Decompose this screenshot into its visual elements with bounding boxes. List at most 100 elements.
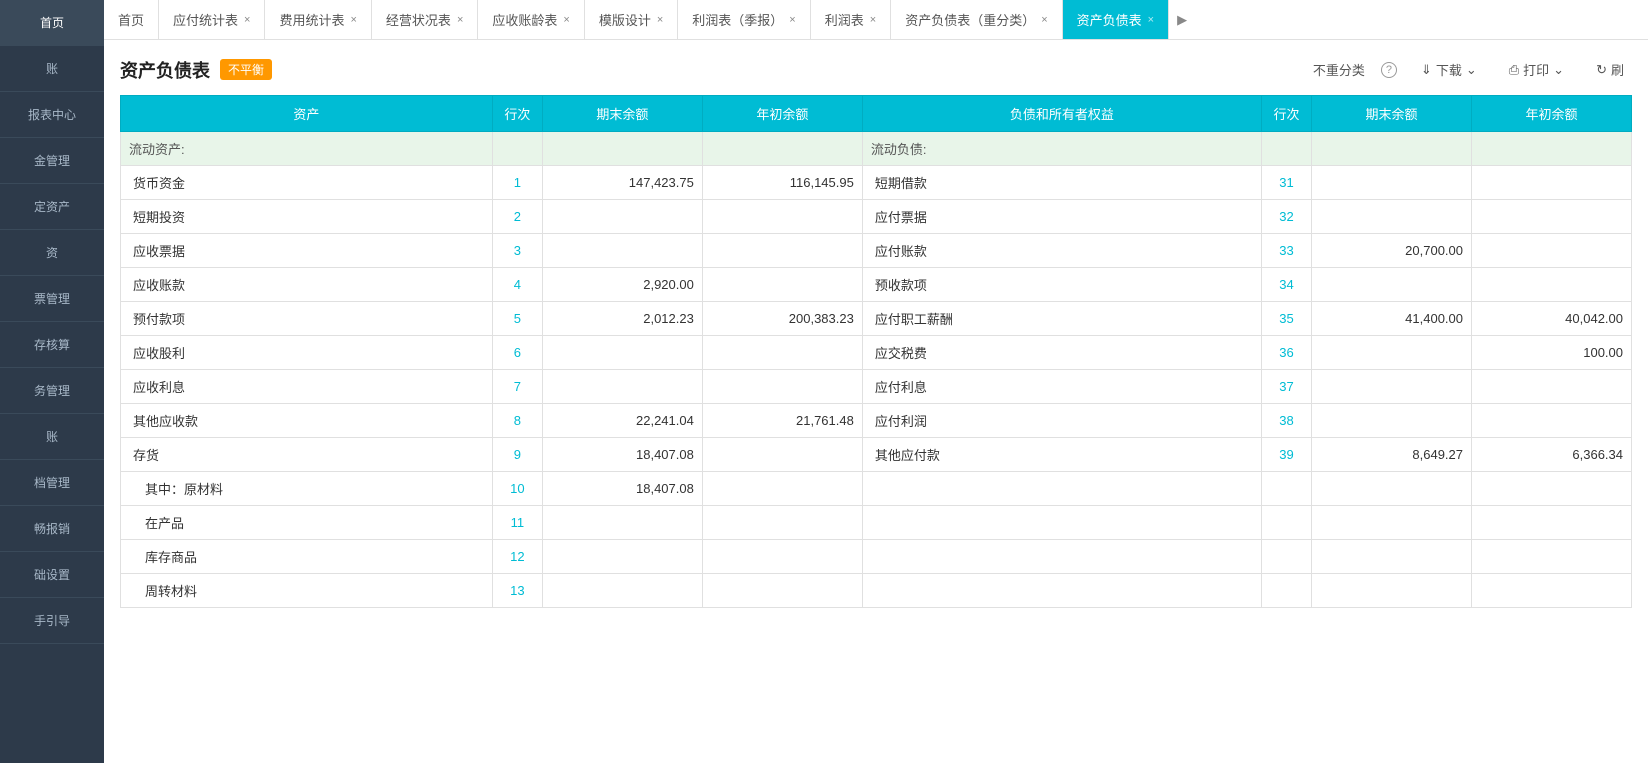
sidebar-item-archive[interactable]: 档管理	[0, 460, 104, 506]
left-begin-balance	[702, 370, 862, 404]
tab-close-expense-stats[interactable]: ×	[350, 14, 356, 26]
table-row[interactable]: 在产品 11	[121, 506, 1632, 540]
left-row-num: 2	[492, 200, 542, 234]
sidebar-item-expense[interactable]: 畅报销	[0, 506, 104, 552]
tab-close-profit-quarterly[interactable]: ×	[789, 14, 795, 26]
sidebar-item-ledger[interactable]: 账	[0, 414, 104, 460]
right-name: 应付利润	[862, 404, 1261, 438]
left-name: 周转材料	[121, 574, 493, 608]
tab-close-profit[interactable]: ×	[870, 14, 876, 26]
tab-receivable-aging[interactable]: 应收账龄表 ×	[478, 0, 584, 39]
left-row-num: 3	[492, 234, 542, 268]
page-header: 资产负债表 不平衡 不重分类 ? ⇓ 下载 ⌄ ⎙ 打印 ⌄ ↻ 刷	[120, 56, 1632, 83]
print-button[interactable]: ⎙ 打印 ⌄	[1501, 56, 1572, 83]
download-button[interactable]: ⇓ 下载 ⌄	[1413, 56, 1485, 83]
right-begin-balance	[1472, 268, 1632, 302]
left-end-balance	[542, 540, 702, 574]
tab-template-design[interactable]: 模版设计 ×	[585, 0, 678, 39]
tab-bar: 首页 应付统计表 × 费用统计表 × 经营状况表 × 应收账龄表 × 模版设计 …	[104, 0, 1648, 40]
right-row-num: 34	[1262, 268, 1312, 302]
table-row[interactable]: 应收利息 7 应付利息 37	[121, 370, 1632, 404]
table-row[interactable]: 短期投资 2 应付票据 32	[121, 200, 1632, 234]
table-row[interactable]: 其中：原材料 10 18,407.08	[121, 472, 1632, 506]
tab-balance[interactable]: 资产负债表 ×	[1063, 0, 1169, 39]
left-end-balance	[542, 370, 702, 404]
left-row-num: 12	[492, 540, 542, 574]
tab-expense-stats[interactable]: 费用统计表 ×	[265, 0, 371, 39]
tab-profit-quarterly[interactable]: 利润表（季报） ×	[678, 0, 810, 39]
right-end-balance	[1312, 336, 1472, 370]
right-end-balance	[1312, 404, 1472, 438]
table-row[interactable]: 库存商品 12	[121, 540, 1632, 574]
table-row[interactable]: 货币资金 1 147,423.75 116,145.95 短期借款 31	[121, 166, 1632, 200]
sidebar-item-settings[interactable]: 础设置	[0, 552, 104, 598]
tab-close-operations[interactable]: ×	[457, 14, 463, 26]
tab-home[interactable]: 首页	[104, 0, 159, 39]
table-row[interactable]: 周转材料 13	[121, 574, 1632, 608]
page-title: 资产负债表	[120, 57, 210, 83]
tab-operations[interactable]: 经营状况表 ×	[372, 0, 478, 39]
left-row-num: 6	[492, 336, 542, 370]
left-row-num: 8	[492, 404, 542, 438]
table-row[interactable]: 其他应收款 8 22,241.04 21,761.48 应付利润 38	[121, 404, 1632, 438]
table-row[interactable]: 应收股利 6 应交税费 36 100.00	[121, 336, 1632, 370]
content-area: 资产负债表 不平衡 不重分类 ? ⇓ 下载 ⌄ ⎙ 打印 ⌄ ↻ 刷	[104, 40, 1648, 763]
sidebar-item-ticket[interactable]: 票管理	[0, 276, 104, 322]
left-name: 应收利息	[121, 370, 493, 404]
right-begin-balance: 40,042.00	[1472, 302, 1632, 336]
right-name: 其他应付款	[862, 438, 1261, 472]
left-end-balance	[542, 574, 702, 608]
sidebar-item-account[interactable]: 账	[0, 46, 104, 92]
col-end-balance-left: 期末余额	[542, 96, 702, 132]
table-row[interactable]: 应收票据 3 应付账款 33 20,700.00	[121, 234, 1632, 268]
sidebar-item-home[interactable]: 首页	[0, 0, 104, 46]
table-row[interactable]: 应收账款 4 2,920.00 预收款项 34	[121, 268, 1632, 302]
right-end-balance	[1312, 200, 1472, 234]
left-name: 预付款项	[121, 302, 493, 336]
no-reclassify-label: 不重分类	[1313, 60, 1365, 79]
download-icon: ⇓	[1421, 62, 1432, 78]
sidebar-item-investment[interactable]: 资	[0, 230, 104, 276]
tab-profit[interactable]: 利润表 ×	[811, 0, 891, 39]
col-row-num-left: 行次	[492, 96, 542, 132]
tab-close-balance[interactable]: ×	[1148, 14, 1154, 26]
refresh-button[interactable]: ↻ 刷	[1588, 56, 1632, 83]
right-name	[862, 574, 1261, 608]
left-name: 应收账款	[121, 268, 493, 302]
sidebar-item-business[interactable]: 务管理	[0, 368, 104, 414]
table-row[interactable]: 预付款项 5 2,012.23 200,383.23 应付职工薪酬 35 41,…	[121, 302, 1632, 336]
tab-close-receivable-aging[interactable]: ×	[563, 14, 569, 26]
help-icon[interactable]: ?	[1381, 62, 1397, 78]
tab-close-payable-stats[interactable]: ×	[244, 14, 250, 26]
left-begin-balance	[702, 472, 862, 506]
tab-payable-stats[interactable]: 应付统计表 ×	[159, 0, 265, 39]
right-row-num: 35	[1262, 302, 1312, 336]
tab-close-balance-reclassify[interactable]: ×	[1041, 14, 1047, 26]
right-end-balance	[1312, 370, 1472, 404]
tab-scroll-right[interactable]: ▶	[1169, 0, 1195, 39]
right-row-num	[1262, 574, 1312, 608]
right-name: 应付职工薪酬	[862, 302, 1261, 336]
section-right-label: 流动负债:	[862, 132, 1261, 166]
right-name: 应付账款	[862, 234, 1261, 268]
left-begin-balance	[702, 574, 862, 608]
tab-balance-reclassify[interactable]: 资产负债表（重分类） ×	[891, 0, 1062, 39]
right-name	[862, 540, 1261, 574]
left-name: 其他应收款	[121, 404, 493, 438]
sidebar-item-inventory[interactable]: 存核算	[0, 322, 104, 368]
sidebar-item-fixed-assets[interactable]: 定资产	[0, 184, 104, 230]
tab-close-template-design[interactable]: ×	[657, 14, 663, 26]
left-begin-balance	[702, 234, 862, 268]
print-chevron-icon: ⌄	[1553, 62, 1564, 78]
right-row-num	[1262, 540, 1312, 574]
section-current-assets: 流动资产: 流动负债:	[121, 132, 1632, 166]
sidebar-item-guide[interactable]: 手引导	[0, 598, 104, 644]
sidebar-item-report-center[interactable]: 报表中心	[0, 92, 104, 138]
right-begin-balance	[1472, 404, 1632, 438]
col-end-balance-right: 期末余额	[1312, 96, 1472, 132]
sidebar-item-fund-management[interactable]: 金管理	[0, 138, 104, 184]
left-row-num: 9	[492, 438, 542, 472]
left-begin-balance: 116,145.95	[702, 166, 862, 200]
download-chevron-icon: ⌄	[1466, 62, 1477, 78]
table-row[interactable]: 存货 9 18,407.08 其他应付款 39 8,649.27 6,366.3…	[121, 438, 1632, 472]
